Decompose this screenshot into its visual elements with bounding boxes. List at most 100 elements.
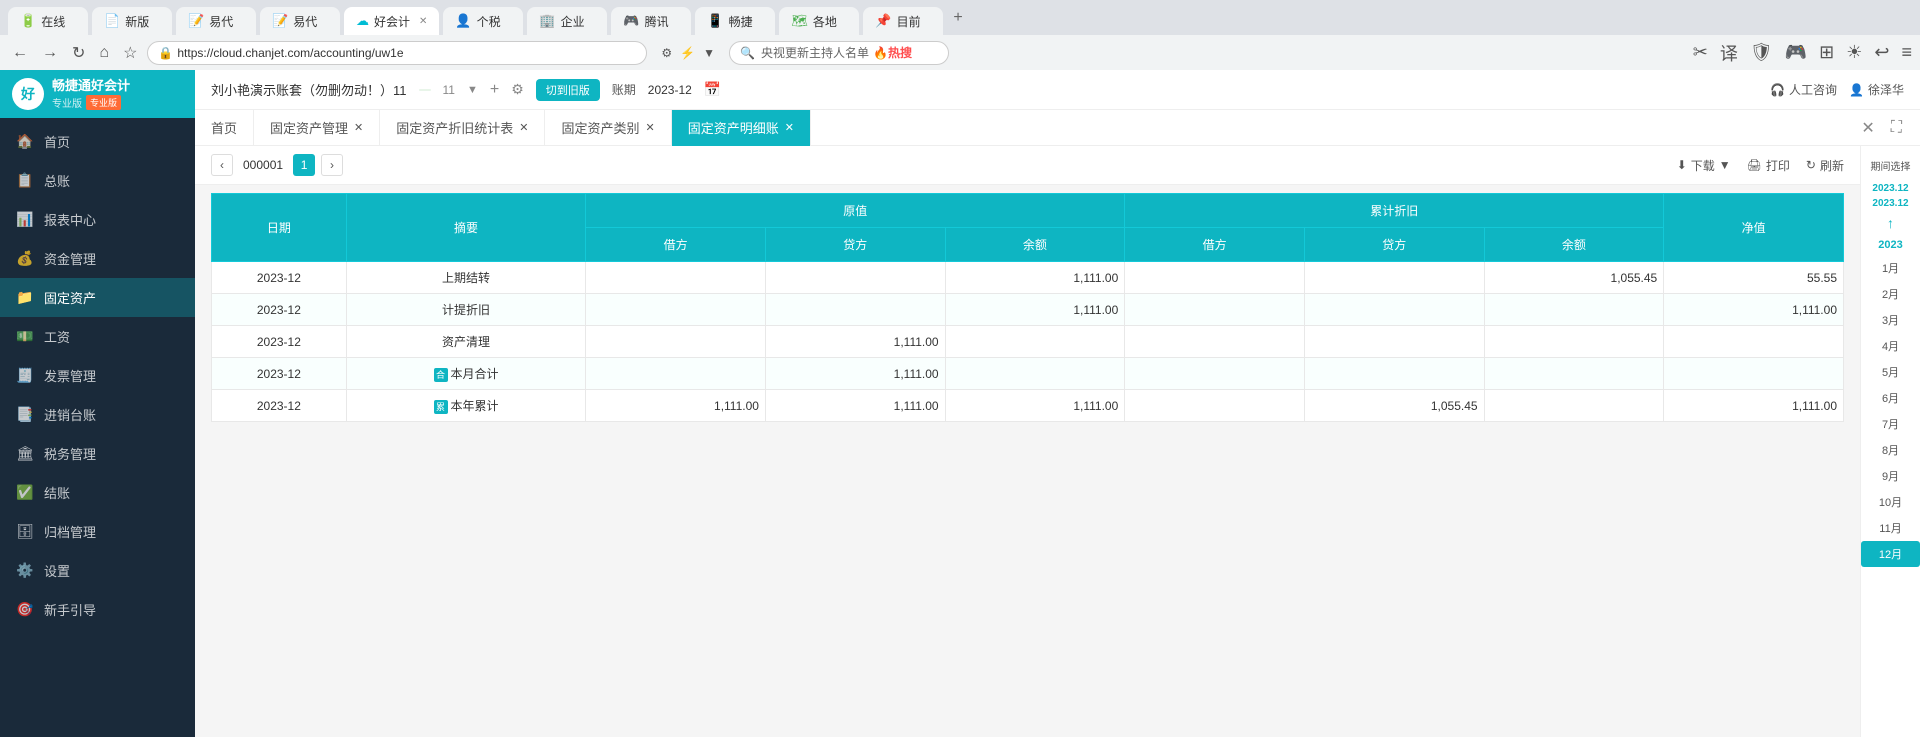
sidebar-item-归档管理[interactable]: 🗄归档管理 <box>0 512 195 551</box>
print-button[interactable]: 🖨 打印 <box>1747 157 1790 174</box>
dropdown-arrow-icon[interactable]: ▼ <box>467 84 478 96</box>
cell-summary: 资产清理 <box>346 326 586 358</box>
scissors-icon[interactable]: ✂ <box>1693 42 1708 63</box>
cell-date: 2023-12 <box>212 358 347 390</box>
page-prev-button[interactable]: ‹ <box>211 154 233 176</box>
cell-orig-debit <box>586 294 766 326</box>
calendar-icon[interactable]: 📅 <box>704 81 721 98</box>
right-panel: 期间选择 2023.12 2023.12 ↑ 20231月2月3月4月5月6月7… <box>1860 146 1920 737</box>
address-bar-input[interactable]: 🔒 https://cloud.chanjet.com/accounting/u… <box>147 41 647 65</box>
browser-tab-5[interactable]: 👤个税 <box>443 7 523 35</box>
gamepad-icon[interactable]: 🎮 <box>1785 42 1807 63</box>
translate-icon[interactable]: 译 <box>1720 40 1738 66</box>
row-icon-4: 累 <box>434 400 448 414</box>
month-item-5月[interactable]: 5月 <box>1861 359 1920 385</box>
extension-icon-1[interactable]: ⚙ <box>661 46 672 60</box>
sidebar-item-资金管理[interactable]: 💰资金管理 <box>0 239 195 278</box>
browser-tab-1[interactable]: 📄新版 <box>92 7 172 35</box>
page-tab-3[interactable]: 固定资产类别 ✕ <box>545 110 671 146</box>
month-item-3月[interactable]: 3月 <box>1861 307 1920 333</box>
sidebar-nav: 🏠首页📋总账📊报表中心💰资金管理📁固定资产💵工资🧾发票管理📑进销台账🏛税务管理✅… <box>0 118 195 737</box>
shield-icon[interactable]: 🛡 <box>1750 42 1773 63</box>
browser-tab-7[interactable]: 🎮腾讯 <box>611 7 691 35</box>
nav-icon-10: 🗄 <box>16 523 34 541</box>
period-up-icon[interactable]: ↑ <box>1883 211 1898 235</box>
nav-home-button[interactable]: ⌂ <box>95 42 113 64</box>
sidebar-item-税务管理[interactable]: 🏛税务管理 <box>0 434 195 473</box>
browser-tab-3[interactable]: 📝易代 <box>260 7 340 35</box>
browser-tab-4[interactable]: ☁好会计✕ <box>344 7 439 35</box>
user-button[interactable]: 👤 徐泽华 <box>1849 81 1904 98</box>
download-button[interactable]: ⬇ 下载 ▼ <box>1677 157 1731 174</box>
page-tab-4[interactable]: 固定资产明细账 ✕ <box>672 110 811 146</box>
table-row: 2023-12 累本年累计 1,111.00 1,111.00 1,111.00… <box>212 390 1844 422</box>
nav-label-9: 结账 <box>44 483 70 502</box>
sidebar-item-设置[interactable]: ⚙️设置 <box>0 551 195 590</box>
cell-orig-debit <box>586 326 766 358</box>
nav-back-button[interactable]: ← <box>8 42 32 64</box>
cell-orig-debit <box>586 358 766 390</box>
nav-forward-button[interactable]: → <box>38 42 62 64</box>
tab-add-button[interactable]: + <box>945 9 970 27</box>
sidebar-item-新手引导[interactable]: 🎯新手引导 <box>0 590 195 629</box>
page-tab-close-2[interactable]: ✕ <box>519 121 528 134</box>
page-tab-0[interactable]: 首页 <box>195 110 254 146</box>
month-item-8月[interactable]: 8月 <box>1861 437 1920 463</box>
th-depr-debit: 借方 <box>1125 228 1305 262</box>
browser-tab-6[interactable]: 🏢企业 <box>527 7 607 35</box>
browser-tab-2[interactable]: 📝易代 <box>176 7 256 35</box>
settings-gear-icon[interactable]: ⚙ <box>511 81 524 98</box>
sidebar-item-报表中心[interactable]: 📊报表中心 <box>0 200 195 239</box>
page-tab-close-3[interactable]: ✕ <box>646 121 655 134</box>
month-item-10月[interactable]: 10月 <box>1861 489 1920 515</box>
sidebar-item-结账[interactable]: ✅结账 <box>0 473 195 512</box>
browser-tab-0[interactable]: 🔋在线 <box>8 7 88 35</box>
menu-icon[interactable]: ≡ <box>1901 42 1912 63</box>
undo-icon[interactable]: ↩ <box>1874 42 1889 63</box>
nav-bookmark-button[interactable]: ☆ <box>119 41 141 65</box>
cell-depr-debit <box>1125 390 1305 422</box>
month-item-9月[interactable]: 9月 <box>1861 463 1920 489</box>
switch-old-version-button[interactable]: 切到旧版 <box>536 79 600 101</box>
nav-reload-button[interactable]: ↻ <box>68 41 89 65</box>
page-tab-1[interactable]: 固定资产管理 ✕ <box>254 110 380 146</box>
sidebar-item-固定资产[interactable]: 📁固定资产 <box>0 278 195 317</box>
help-button[interactable]: 🎧 人工咨询 <box>1770 81 1837 98</box>
add-account-button[interactable]: + <box>490 81 499 99</box>
sidebar-item-进销台账[interactable]: 📑进销台账 <box>0 395 195 434</box>
page-next-button[interactable]: › <box>321 154 343 176</box>
extension-icon-2[interactable]: ⚡ <box>680 46 695 60</box>
download-dropdown-icon[interactable]: ▼ <box>1719 158 1731 172</box>
month-item-11月[interactable]: 11月 <box>1861 515 1920 541</box>
browser-tab-9[interactable]: 🗺各地 <box>779 7 859 35</box>
page-tab-close-4[interactable]: ✕ <box>785 121 794 134</box>
page-num-display[interactable]: 1 <box>293 154 315 176</box>
address-dropdown-button[interactable]: ▼ <box>703 46 715 60</box>
nav-label-2: 报表中心 <box>44 210 96 229</box>
download-icon: ⬇ <box>1677 158 1687 172</box>
month-item-4月[interactable]: 4月 <box>1861 333 1920 359</box>
browser-tab-8[interactable]: 📱畅捷 <box>695 7 775 35</box>
cell-orig-credit: 1,111.00 <box>765 326 945 358</box>
month-item-2月[interactable]: 2月 <box>1861 281 1920 307</box>
refresh-button[interactable]: ↻ 刷新 <box>1806 157 1844 174</box>
page-tab-2[interactable]: 固定资产折旧统计表 ✕ <box>380 110 545 146</box>
browser-tab-10[interactable]: 📌目前 <box>863 7 943 35</box>
page-tab-close-1[interactable]: ✕ <box>354 121 363 134</box>
grid-icon[interactable]: ⊞ <box>1819 42 1834 63</box>
sidebar-item-工资[interactable]: 💵工资 <box>0 317 195 356</box>
tab-expand-icon[interactable]: ⛶ <box>1885 117 1908 139</box>
sidebar-item-总账[interactable]: 📋总账 <box>0 161 195 200</box>
sidebar-item-发票管理[interactable]: 🧾发票管理 <box>0 356 195 395</box>
month-item-7月[interactable]: 7月 <box>1861 411 1920 437</box>
search-bar[interactable]: 🔍 央视更新主持人名单 🔥热搜 <box>729 41 949 65</box>
brightness-icon[interactable]: ☀ <box>1846 42 1862 63</box>
tab-close-all-icon[interactable]: ✕ <box>1855 116 1880 140</box>
month-item-12月[interactable]: 12月 <box>1861 541 1920 567</box>
nav-label-8: 税务管理 <box>44 444 96 463</box>
month-item-6月[interactable]: 6月 <box>1861 385 1920 411</box>
sidebar-item-首页[interactable]: 🏠首页 <box>0 122 195 161</box>
cell-depr-debit <box>1125 358 1305 390</box>
month-item-1月[interactable]: 1月 <box>1861 255 1920 281</box>
logo-text: 畅捷通好会计 <box>52 78 130 95</box>
